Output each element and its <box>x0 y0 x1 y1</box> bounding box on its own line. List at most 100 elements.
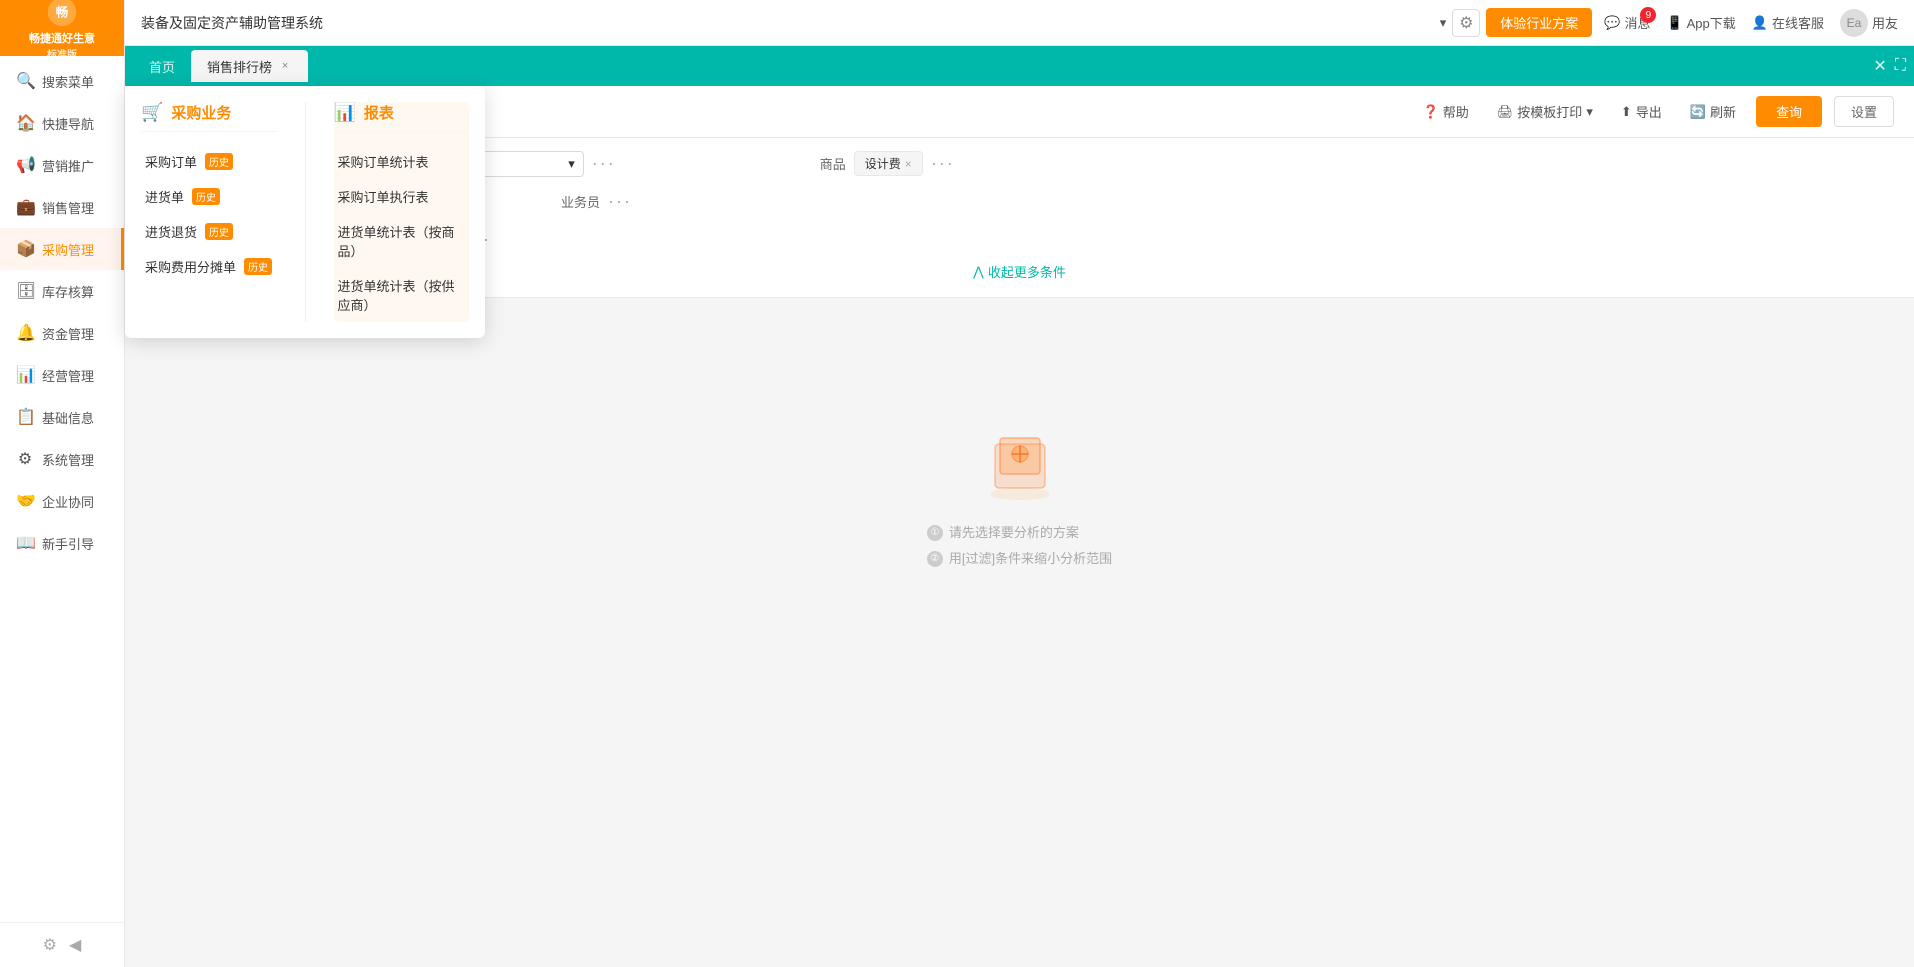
sidebar-item-sales[interactable]: 💼 销售管理 <box>0 186 124 228</box>
sidebar-item-inventory[interactable]: 🗄 库存核算 <box>0 270 124 312</box>
sidebar-item-purchase[interactable]: 📦 采购管理 <box>0 228 124 270</box>
sidebar-item-search[interactable]: 🔍 搜索菜单 <box>0 60 124 102</box>
export-btn[interactable]: ⬆ 导出 <box>1613 98 1670 125</box>
refresh-btn[interactable]: 🔄 刷新 <box>1682 98 1744 125</box>
message-icon: 💬 <box>1604 15 1620 31</box>
empty-tip-1: ① 请先选择要分析的方案 <box>927 520 1112 546</box>
menu-item-purchase-stat[interactable]: 采购订单统计表 <box>334 144 470 179</box>
goods-label: 商品 <box>820 154 846 173</box>
nav-icon-operation: 📊 <box>16 365 34 385</box>
sidebar-item-system[interactable]: ⚙ 系统管理 <box>0 438 124 480</box>
home-tab-label: 首页 <box>149 57 175 76</box>
header: 装备及固定资产辅助管理系统 ▾ ⚙ 体验行业方案 💬 消息 9 📱 App下载 … <box>125 0 1914 46</box>
sidebar-nav: 🔍 搜索菜单🏠 快捷导航📢 营销推广💼 销售管理📦 采购管理🗄 库存核算🔔 资金… <box>0 56 124 922</box>
header-controls: ▾ ⚙ 体验行业方案 <box>1440 8 1593 37</box>
settings-btn[interactable]: 设置 <box>1834 96 1894 127</box>
sidebar: 畅 畅捷通好生意 标准版 🔍 搜索菜单🏠 快捷导航📢 营销推广💼 销售管理📦 采… <box>0 0 125 967</box>
goods-tag-close[interactable]: × <box>905 157 912 171</box>
fullscreen-icon[interactable]: ⛶ <box>1895 57 1906 75</box>
sales-rank-tab-label: 销售排行榜 <box>207 57 272 76</box>
menu-item-goods-return[interactable]: 进货退货 历史 <box>141 214 277 249</box>
nav-icon-purchase: 📦 <box>16 239 34 259</box>
purchase-order-badge: 历史 <box>205 153 233 170</box>
menu-item-purchase-cost[interactable]: 采购费用分摊单 历史 <box>141 249 277 284</box>
salesperson-filter: 业务员 ··· <box>561 191 961 212</box>
window-close-icon[interactable]: ✕ <box>1873 56 1886 76</box>
goods-dots[interactable]: ··· <box>931 153 955 174</box>
menu-item-purchase-order[interactable]: 采购订单 历史 <box>141 144 277 179</box>
service-icon: 👤 <box>1752 15 1768 31</box>
purchase-cost-label: 采购费用分摊单 <box>145 257 236 276</box>
sidebar-item-newbie[interactable]: 📖 新手引导 <box>0 522 124 564</box>
collapse-btn[interactable]: ⋀ 收起更多条件 <box>973 262 1066 281</box>
logo-text: 畅捷通好生意 <box>29 30 95 46</box>
goods-tag-value: 设计费 <box>865 155 901 172</box>
status-select-arrow: ▾ <box>568 156 575 172</box>
sidebar-item-enterprise[interactable]: 🤝 企业协同 <box>0 480 124 522</box>
tip-num-2: ② <box>927 551 943 567</box>
logo-icon: 畅 <box>46 0 78 28</box>
purchase-section-icon: 🛒 <box>141 102 163 123</box>
print-label: 按模板打印 <box>1517 102 1582 121</box>
empty-tip-2: ② 用[过滤]条件来缩小分析范围 <box>927 546 1112 572</box>
settings-footer-icon[interactable]: ⚙ <box>43 935 57 955</box>
sidebar-item-finance[interactable]: 🔔 资金管理 <box>0 312 124 354</box>
messages-btn[interactable]: 💬 消息 9 <box>1604 13 1650 32</box>
tip-text-2: 用[过滤]条件来缩小分析范围 <box>949 546 1112 572</box>
menu-item-goods-in[interactable]: 进货单 历史 <box>141 179 277 214</box>
nav-icon-sales: 💼 <box>16 197 34 217</box>
nav-icon-quick-nav: 🏠 <box>16 113 34 133</box>
nav-icon-basic: 📋 <box>16 407 34 427</box>
user-menu[interactable]: Ea 用友 <box>1840 9 1898 37</box>
report-section-title: 报表 <box>364 102 394 123</box>
nav-label-sales: 销售管理 <box>42 198 94 217</box>
nav-label-system: 系统管理 <box>42 450 94 469</box>
tab-sales-rank[interactable]: 销售排行榜 × <box>191 50 308 82</box>
sidebar-logo: 畅 畅捷通好生意 标准版 <box>0 0 124 56</box>
query-btn[interactable]: 查询 <box>1756 96 1822 127</box>
app-download-btn[interactable]: 📱 App下载 <box>1666 13 1735 32</box>
industry-btn[interactable]: 体验行业方案 <box>1486 8 1592 37</box>
online-service-btn[interactable]: 👤 在线客服 <box>1752 13 1824 32</box>
collapse-sidebar-btn[interactable]: ◀ <box>69 935 81 955</box>
tab-home[interactable]: 首页 <box>133 50 191 82</box>
sidebar-item-marketing[interactable]: 📢 营销推广 <box>0 144 124 186</box>
help-label: 帮助 <box>1443 102 1469 121</box>
nav-icon-finance: 🔔 <box>16 323 34 343</box>
print-btn[interactable]: 🖨 按模板打印 ▾ <box>1489 98 1601 125</box>
nav-label-inventory: 库存核算 <box>42 282 94 301</box>
export-icon: ⬆ <box>1621 104 1632 120</box>
print-icon: 🖨 <box>1497 104 1514 120</box>
purchase-order-label: 采购订单 <box>145 152 197 171</box>
header-system-title: 装备及固定资产辅助管理系统 <box>141 13 1428 33</box>
goods-filter: 商品 设计费 × ··· <box>820 151 955 176</box>
purchase-section-title: 采购业务 <box>171 102 231 123</box>
nav-icon-enterprise: 🤝 <box>16 491 34 511</box>
menu-item-goods-stat-product[interactable]: 进货单统计表（按商品） <box>334 214 470 268</box>
sidebar-item-operation[interactable]: 📊 经营管理 <box>0 354 124 396</box>
nav-label-newbie: 新手引导 <box>42 534 94 553</box>
system-select[interactable]: ▾ <box>1440 15 1447 31</box>
app-download-label: App下载 <box>1687 13 1736 32</box>
salesperson-dots[interactable]: ··· <box>608 191 632 212</box>
sidebar-item-quick-nav[interactable]: 🏠 快捷导航 <box>0 102 124 144</box>
sidebar-item-basic[interactable]: 📋 基础信息 <box>0 396 124 438</box>
system-select-arrow: ▾ <box>1440 15 1447 31</box>
refresh-label: 刷新 <box>1710 102 1736 121</box>
help-btn[interactable]: ❓ 帮助 <box>1415 98 1477 125</box>
report-section-header: 📊 报表 <box>334 102 470 132</box>
status-dots[interactable]: ··· <box>592 153 616 174</box>
nav-icon-marketing: 📢 <box>16 155 34 175</box>
sidebar-footer: ⚙ ◀ <box>0 922 124 967</box>
report-section-icon: 📊 <box>334 102 356 123</box>
tip-num-1: ① <box>927 525 943 541</box>
menu-item-goods-stat-supplier[interactable]: 进货单统计表（按供应商） <box>334 268 470 322</box>
menu-item-purchase-exec[interactable]: 采购订单执行表 <box>334 179 470 214</box>
goods-in-badge: 历史 <box>192 188 220 205</box>
phone-icon: 📱 <box>1666 15 1682 31</box>
empty-icon <box>970 424 1070 504</box>
notification-badge: 9 <box>1640 7 1656 23</box>
header-settings-btn[interactable]: ⚙ <box>1452 9 1480 37</box>
tab-close-icon[interactable]: × <box>278 59 292 73</box>
collapse-up-icon: ⋀ <box>973 264 984 280</box>
